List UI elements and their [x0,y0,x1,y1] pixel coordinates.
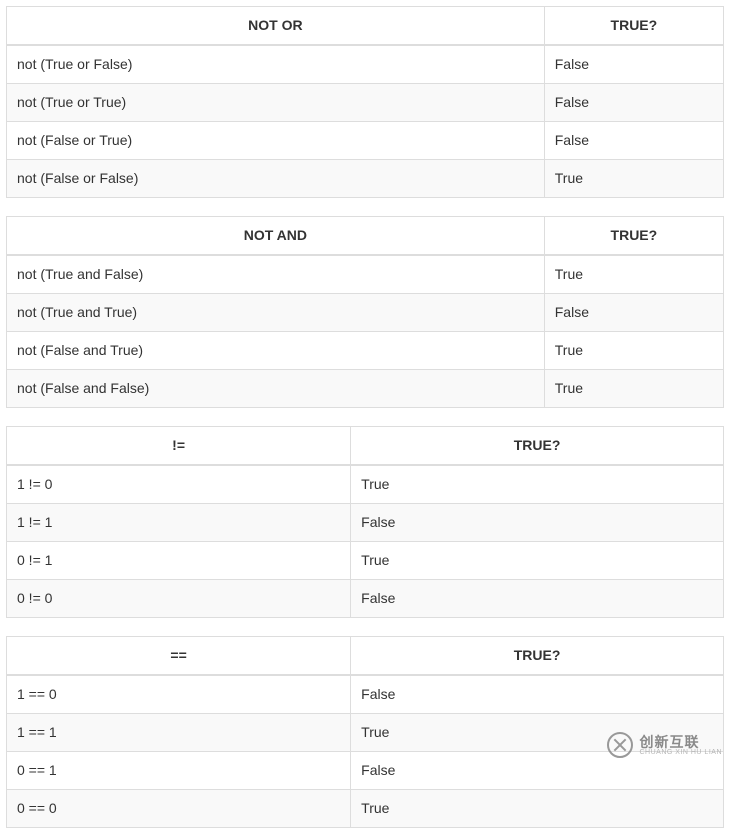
cell-result: False [544,122,723,160]
cell-result: True [544,370,723,408]
cell-result: False [351,504,724,542]
cell-result: True [544,255,723,294]
cell-result: True [544,332,723,370]
table-header-row: == TRUE? [7,637,724,676]
col-header-expression: != [7,427,351,466]
cell-result: False [544,45,723,84]
col-header-result: TRUE? [351,637,724,676]
table-not-equal: != TRUE? 1 != 0True 1 != 1False 0 != 1Tr… [6,426,724,618]
table-row: not (False and True)True [7,332,724,370]
cell-result: False [351,752,724,790]
col-header-expression: == [7,637,351,676]
table-row: 0 == 0True [7,790,724,828]
table-row: not (False and False)True [7,370,724,408]
table-header-row: != TRUE? [7,427,724,466]
cell-expression: not (True and True) [7,294,545,332]
table-row: 1 == 0False [7,675,724,714]
table-row: 0 != 0False [7,580,724,618]
cell-expression: 0 != 1 [7,542,351,580]
cell-expression: 0 != 0 [7,580,351,618]
cell-expression: 1 != 0 [7,465,351,504]
cell-result: False [544,294,723,332]
table-row: not (False or True)False [7,122,724,160]
cell-expression: not (False and True) [7,332,545,370]
table-not-and: NOT AND TRUE? not (True and False)True n… [6,216,724,408]
table-row: not (False or False)True [7,160,724,198]
table-row: 0 == 1False [7,752,724,790]
cell-result: True [351,790,724,828]
col-header-result: TRUE? [544,217,723,256]
cell-result: False [544,84,723,122]
cell-result: True [351,465,724,504]
table-row: not (True or False)False [7,45,724,84]
col-header-result: TRUE? [351,427,724,466]
cell-expression: not (False and False) [7,370,545,408]
table-header-row: NOT OR TRUE? [7,7,724,46]
col-header-expression: NOT AND [7,217,545,256]
cell-expression: 0 == 0 [7,790,351,828]
col-header-result: TRUE? [544,7,723,46]
cell-result: False [351,675,724,714]
table-not-or: NOT OR TRUE? not (True or False)False no… [6,6,724,198]
table-row: not (True and False)True [7,255,724,294]
table-row: 0 != 1True [7,542,724,580]
table-row: not (True and True)False [7,294,724,332]
cell-expression: not (False or False) [7,160,545,198]
table-row: 1 == 1True [7,714,724,752]
cell-expression: 1 == 1 [7,714,351,752]
cell-result: False [351,580,724,618]
cell-result: True [544,160,723,198]
cell-expression: not (False or True) [7,122,545,160]
table-row: 1 != 1False [7,504,724,542]
cell-expression: not (True or True) [7,84,545,122]
cell-expression: not (True and False) [7,255,545,294]
cell-expression: not (True or False) [7,45,545,84]
cell-expression: 0 == 1 [7,752,351,790]
cell-expression: 1 != 1 [7,504,351,542]
table-equal: == TRUE? 1 == 0False 1 == 1True 0 == 1Fa… [6,636,724,828]
col-header-expression: NOT OR [7,7,545,46]
cell-result: True [351,542,724,580]
table-header-row: NOT AND TRUE? [7,217,724,256]
cell-result: True [351,714,724,752]
table-row: 1 != 0True [7,465,724,504]
cell-expression: 1 == 0 [7,675,351,714]
table-row: not (True or True)False [7,84,724,122]
